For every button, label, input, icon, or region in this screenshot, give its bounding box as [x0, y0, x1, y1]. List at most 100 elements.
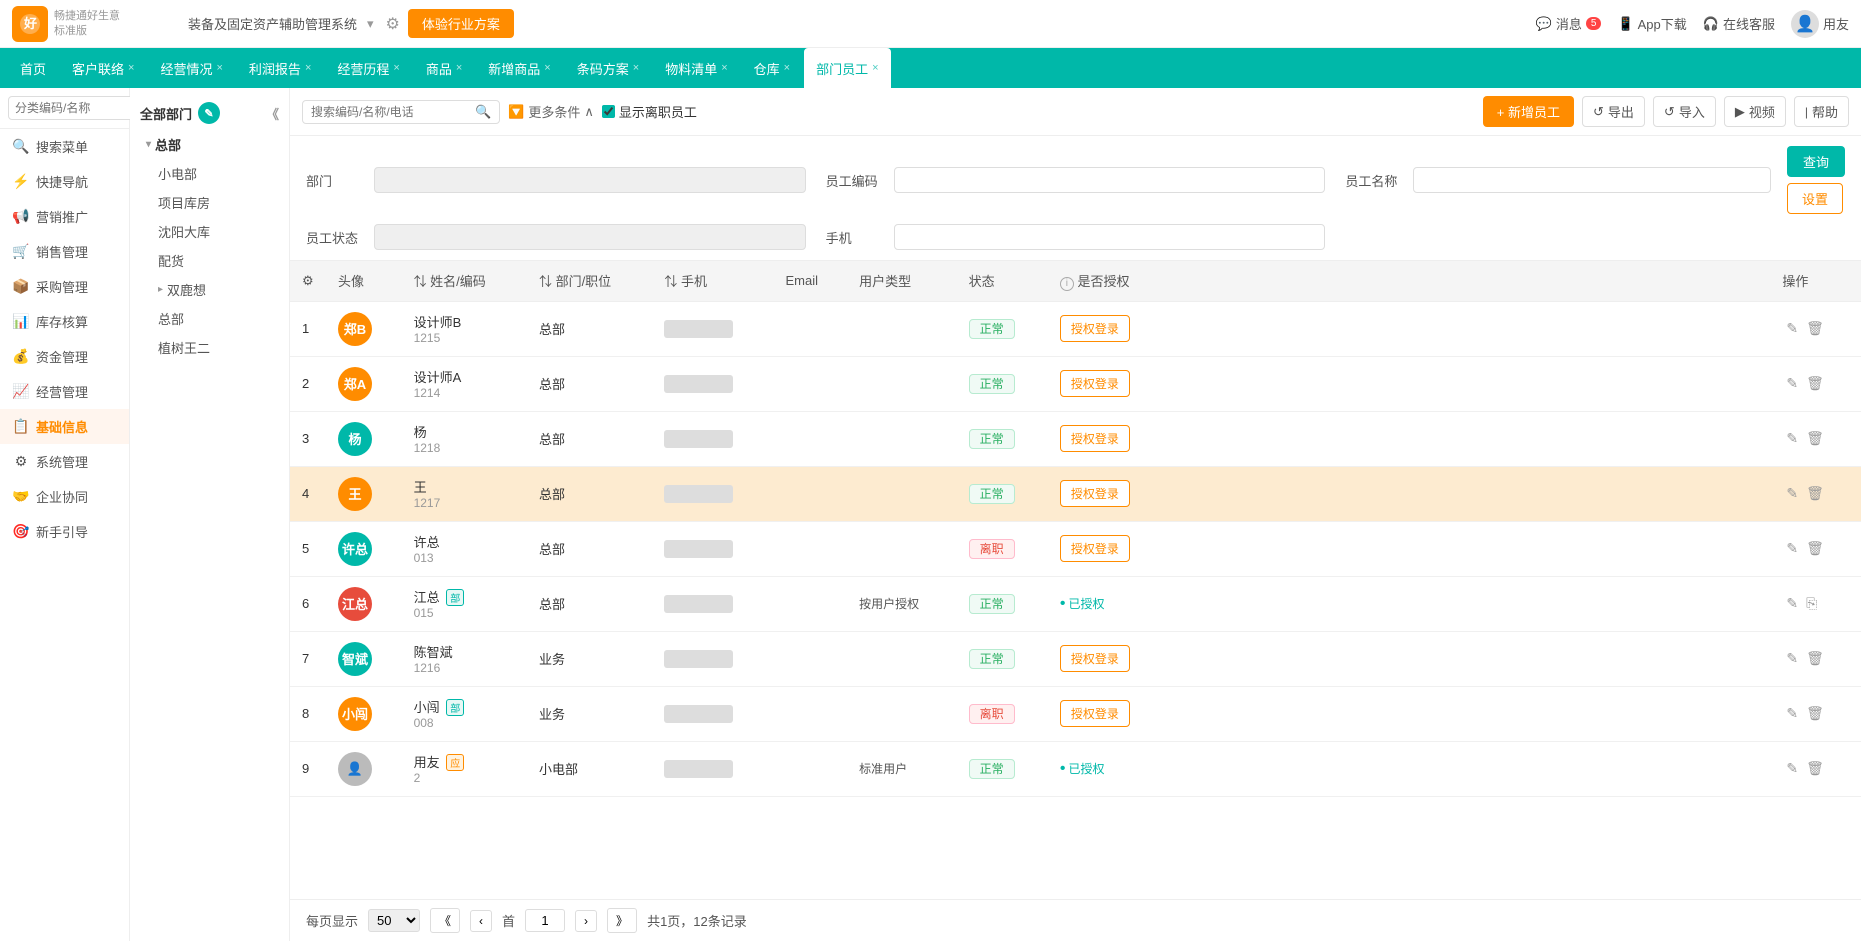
- help-button[interactable]: |帮助: [1794, 96, 1849, 127]
- auth-button[interactable]: 授权登录: [1060, 700, 1130, 727]
- copy-button[interactable]: ⎘: [1802, 593, 1821, 614]
- close-icon[interactable]: ×: [216, 62, 222, 74]
- sidebar-item-basic[interactable]: 📋基础信息: [0, 409, 129, 444]
- tab-employees[interactable]: 部门员工 ×: [804, 48, 890, 88]
- sidebar-item-purchase[interactable]: 📦采购管理: [0, 269, 129, 304]
- import-button[interactable]: ↺导入: [1653, 96, 1716, 127]
- close-icon[interactable]: ×: [128, 62, 134, 74]
- dept-node-shuanglu[interactable]: ▸双鹿想: [130, 275, 289, 304]
- close-icon[interactable]: ×: [633, 62, 639, 74]
- sidebar-item-marketing[interactable]: 📢营销推广: [0, 199, 129, 234]
- dept-node-distribution[interactable]: 配货: [130, 246, 289, 275]
- next-page-button[interactable]: ›: [575, 910, 597, 932]
- tab-warehouse[interactable]: 仓库 ×: [742, 48, 802, 88]
- last-page-button[interactable]: 》: [607, 908, 637, 933]
- dept-collapse-button[interactable]: 《: [266, 104, 279, 123]
- page-number-input[interactable]: [525, 909, 565, 932]
- edit-button[interactable]: ✎: [1782, 483, 1802, 504]
- edit-button[interactable]: ✎: [1782, 373, 1802, 394]
- auth-button[interactable]: 授权登录: [1060, 535, 1130, 562]
- dept-node-zhishu[interactable]: 植树王二: [130, 333, 289, 362]
- col-phone[interactable]: ⇅ 手机: [652, 261, 773, 301]
- sidebar-item-sales[interactable]: 🛒销售管理: [0, 234, 129, 269]
- auth-button[interactable]: 授权登录: [1060, 370, 1130, 397]
- close-icon[interactable]: ×: [393, 62, 399, 74]
- sidebar-item-search[interactable]: 🔍搜索菜单: [0, 129, 129, 164]
- emp-status-select[interactable]: [374, 224, 806, 250]
- search-icon[interactable]: 🔍: [475, 104, 491, 120]
- show-resigned-checkbox[interactable]: 显示离职员工: [602, 102, 697, 121]
- col-settings[interactable]: ⚙: [290, 261, 326, 301]
- delete-button[interactable]: 🗑: [1802, 703, 1828, 724]
- message-btn[interactable]: 💬 消息 5: [1536, 14, 1602, 33]
- app-download-btn[interactable]: 📱 App下载: [1617, 14, 1686, 33]
- tab-add-goods[interactable]: 新增商品 ×: [476, 48, 562, 88]
- employee-search-input[interactable]: [311, 105, 471, 119]
- delete-button[interactable]: 🗑: [1802, 483, 1828, 504]
- edit-button[interactable]: ✎: [1782, 538, 1802, 559]
- settings-icon[interactable]: ⚙: [302, 273, 314, 288]
- close-icon[interactable]: ×: [872, 62, 878, 74]
- close-icon[interactable]: ×: [544, 62, 550, 74]
- edit-button[interactable]: ✎: [1782, 703, 1802, 724]
- dept-select[interactable]: [374, 167, 806, 193]
- sidebar-item-finance[interactable]: 💰资金管理: [0, 339, 129, 374]
- dept-edit-button[interactable]: ✎: [198, 102, 220, 124]
- tab-history[interactable]: 经营历程 ×: [325, 48, 411, 88]
- export-button[interactable]: ↺导出: [1582, 96, 1645, 127]
- auth-button[interactable]: 授权登录: [1060, 645, 1130, 672]
- set-button[interactable]: 设置: [1787, 183, 1843, 214]
- emp-code-input[interactable]: [894, 167, 1326, 193]
- tab-bom[interactable]: 物料清单 ×: [653, 48, 739, 88]
- edit-button[interactable]: ✎: [1782, 428, 1802, 449]
- sidebar-item-system[interactable]: ⚙系统管理: [0, 444, 129, 479]
- dept-node-project-storage[interactable]: 项目库房: [130, 188, 289, 217]
- col-name-code[interactable]: ⇅ 姓名/编码: [402, 261, 527, 301]
- edit-button[interactable]: ✎: [1782, 593, 1802, 614]
- add-employee-button[interactable]: + 新增员工: [1483, 96, 1574, 127]
- auth-button[interactable]: 授权登录: [1060, 480, 1130, 507]
- phone-input[interactable]: [894, 224, 1326, 250]
- settings-icon[interactable]: ⚙: [386, 14, 400, 34]
- close-icon[interactable]: ×: [456, 62, 462, 74]
- sidebar-item-inventory[interactable]: 📊库存核算: [0, 304, 129, 339]
- sidebar-item-guide[interactable]: 🎯新手引导: [0, 514, 129, 549]
- dept-node-small-electric[interactable]: 小电部: [130, 159, 289, 188]
- dept-node-shenyang[interactable]: 沈阳大库: [130, 217, 289, 246]
- more-filter-button[interactable]: 🔽 更多条件 ∧: [508, 102, 594, 121]
- close-icon[interactable]: ×: [784, 62, 790, 74]
- auth-button[interactable]: 授权登录: [1060, 425, 1130, 452]
- prev-page-button[interactable]: ‹: [470, 910, 492, 932]
- show-resigned-input[interactable]: [602, 105, 615, 118]
- online-service-btn[interactable]: 🎧 在线客服: [1703, 14, 1775, 33]
- tab-barcode[interactable]: 条码方案 ×: [565, 48, 651, 88]
- sidebar-item-shortcuts[interactable]: ⚡快捷导航: [0, 164, 129, 199]
- first-page-button[interactable]: 《: [430, 908, 460, 933]
- delete-button[interactable]: 🗑: [1802, 538, 1828, 559]
- query-button[interactable]: 查询: [1787, 146, 1845, 177]
- close-icon[interactable]: ×: [305, 62, 311, 74]
- dept-node-headquarters[interactable]: 总部: [130, 304, 289, 333]
- sidebar-item-operations[interactable]: 📈经营管理: [0, 374, 129, 409]
- edit-button[interactable]: ✎: [1782, 318, 1802, 339]
- dept-node-general[interactable]: ▾总部: [130, 130, 289, 159]
- tab-profit[interactable]: 利润报告 ×: [237, 48, 323, 88]
- edit-button[interactable]: ✎: [1782, 648, 1802, 669]
- close-icon[interactable]: ×: [721, 62, 727, 74]
- delete-button[interactable]: 🗑: [1802, 648, 1828, 669]
- user-btn[interactable]: 👤 用友: [1791, 10, 1849, 38]
- tab-customer[interactable]: 客户联络 ×: [60, 48, 146, 88]
- delete-button[interactable]: 🗑: [1802, 758, 1828, 779]
- tab-goods[interactable]: 商品 ×: [414, 48, 474, 88]
- delete-button[interactable]: 🗑: [1802, 373, 1828, 394]
- delete-button[interactable]: 🗑: [1802, 318, 1828, 339]
- edit-button[interactable]: ✎: [1782, 758, 1802, 779]
- delete-button[interactable]: 🗑: [1802, 428, 1828, 449]
- video-button[interactable]: ▶视频: [1724, 96, 1786, 127]
- page-size-select[interactable]: 50 100: [368, 909, 420, 932]
- sidebar-item-collab[interactable]: 🤝企业协同: [0, 479, 129, 514]
- col-dept-position[interactable]: ⇅ 部门/职位: [527, 261, 652, 301]
- auth-button[interactable]: 授权登录: [1060, 315, 1130, 342]
- experience-button[interactable]: 体验行业方案: [408, 9, 514, 38]
- tab-operations[interactable]: 经营情况 ×: [148, 48, 234, 88]
